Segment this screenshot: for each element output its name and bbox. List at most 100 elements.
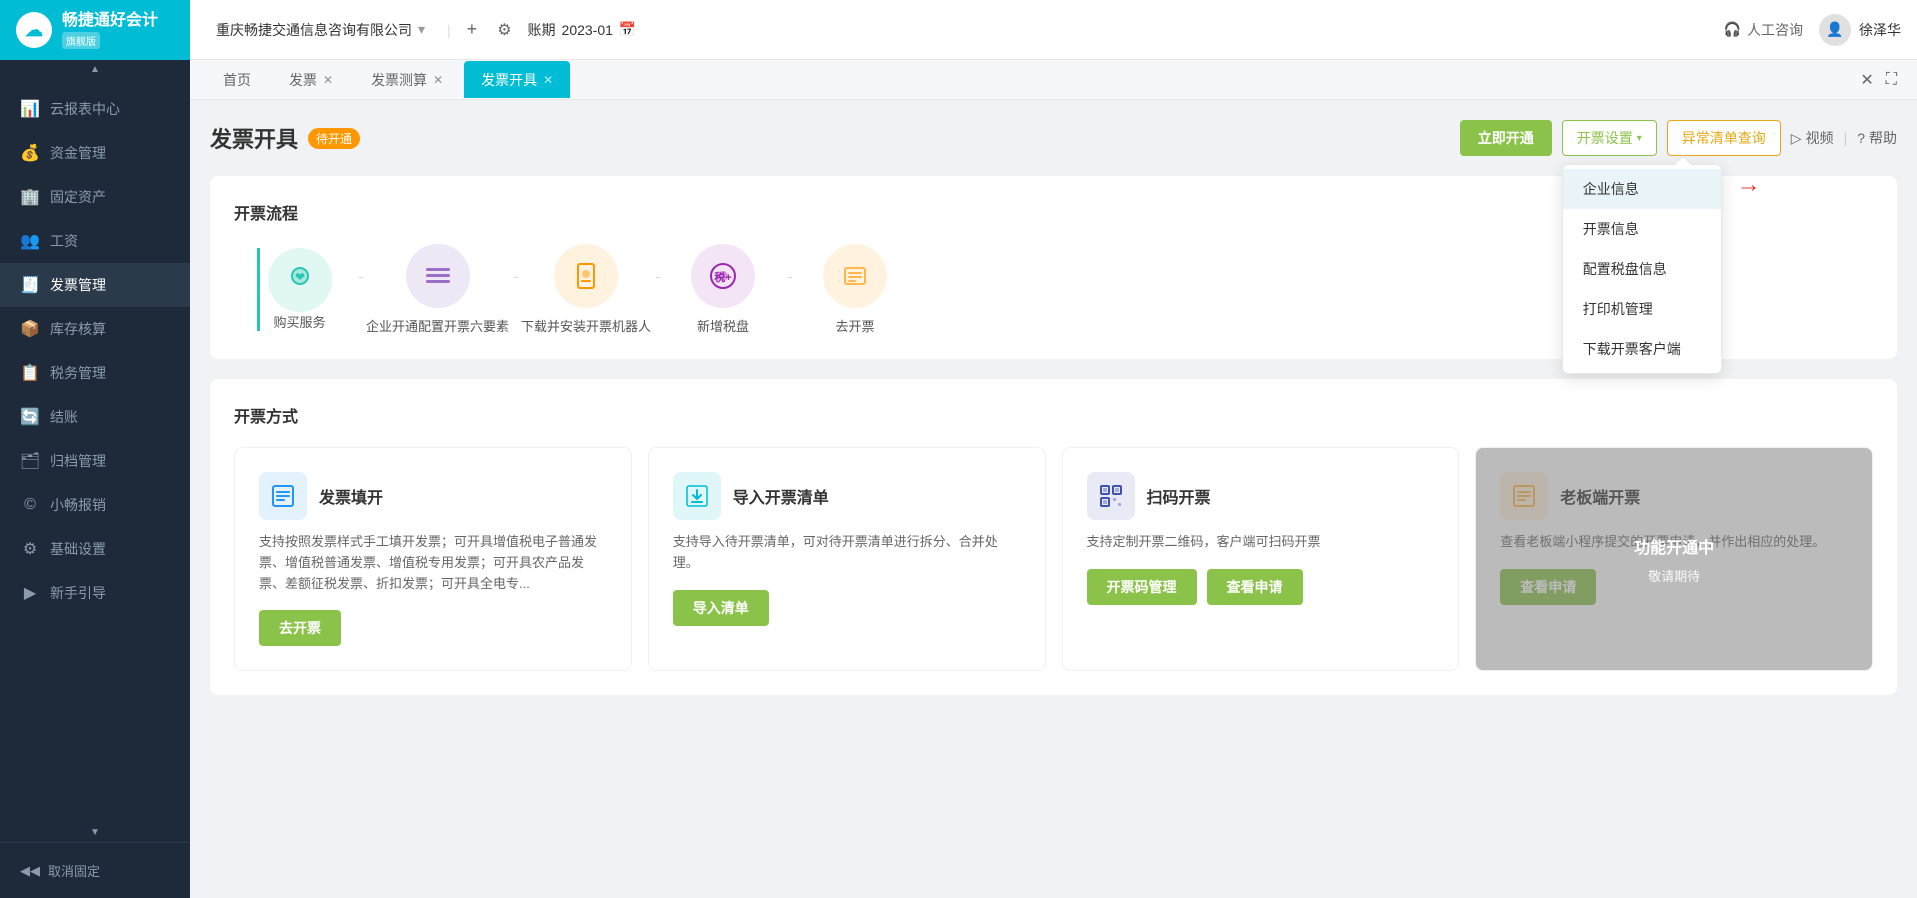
guide-icon: ▶ bbox=[20, 583, 40, 603]
settings-button[interactable]: ⚙ bbox=[493, 16, 515, 44]
fill-invoice-title: 发票填开 bbox=[319, 484, 383, 508]
config-icon bbox=[406, 244, 470, 308]
page-title-row: 发票开具 待开通 bbox=[210, 122, 360, 154]
connector-4: ··· bbox=[787, 272, 791, 307]
fund-mgmt-icon: 💰 bbox=[20, 143, 40, 163]
tab-invoice-issue[interactable]: 发票开具 ✕ bbox=[464, 61, 570, 98]
tax-disk-label: 新增税盘 bbox=[697, 316, 749, 335]
app-badge: 旗舰版 bbox=[62, 32, 100, 49]
buy-service-icon: ❤ bbox=[268, 248, 332, 312]
tab-invoice-calc-close[interactable]: ✕ bbox=[433, 73, 443, 87]
sidebar-label-payroll: 工资 bbox=[50, 231, 78, 251]
sidebar-item-archive[interactable]: 🗂 归档管理 bbox=[0, 439, 190, 483]
tab-invoice[interactable]: 发票 ✕ bbox=[272, 61, 350, 98]
topbar: 重庆畅捷交通信息咨询有限公司 ▾ | + ⚙ 账期 2023-01 📅 🎧 人工… bbox=[190, 0, 1917, 60]
close-window-button[interactable]: ✕ bbox=[1856, 66, 1877, 94]
help-button[interactable]: ? 帮助 bbox=[1857, 128, 1897, 148]
fixed-assets-icon: 🏢 bbox=[20, 187, 40, 207]
method-import-invoice: 导入开票清单 支持导入待开票清单，可对待开票清单进行拆分、合并处理。 导入清单 bbox=[648, 447, 1046, 671]
scan-view-apply-button[interactable]: 查看申请 bbox=[1207, 569, 1303, 605]
sidebar-label-cloud-report: 云报表中心 bbox=[50, 99, 120, 119]
archive-icon: 🗂 bbox=[20, 451, 40, 471]
user-info[interactable]: 👤 徐泽华 bbox=[1819, 14, 1901, 46]
dropdown-item-invoice-info[interactable]: 开票信息 bbox=[1563, 209, 1721, 249]
sidebar-item-invoice-mgmt[interactable]: 🧾 发票管理 bbox=[0, 263, 190, 307]
download-icon bbox=[554, 244, 618, 308]
invoice-mgmt-icon: 🧾 bbox=[20, 275, 40, 295]
video-button[interactable]: ▷ 视频 bbox=[1791, 128, 1834, 148]
user-avatar: 👤 bbox=[1819, 14, 1851, 46]
fill-invoice-desc: 支持按照发票样式手工填开发票；可开具增值税电子普通发票、增值税普通发票、增值税专… bbox=[259, 532, 607, 594]
go-invoice-icon bbox=[823, 244, 887, 308]
dropdown-item-tax-config[interactable]: 配置税盘信息 bbox=[1563, 249, 1721, 289]
fill-invoice-icon bbox=[259, 472, 307, 520]
cancel-pin-label: 取消固定 bbox=[48, 861, 100, 880]
add-company-button[interactable]: + bbox=[463, 15, 482, 44]
method-scan-invoice: 扫码开票 支持定制开票二维码，客户端可扫码开票 开票码管理 查看申请 bbox=[1062, 447, 1460, 671]
maximize-window-button[interactable]: ⛶ bbox=[1882, 67, 1901, 93]
report-sales-icon: © bbox=[20, 495, 40, 515]
abnormal-query-label: 异常清单查询 bbox=[1682, 128, 1766, 148]
divider-help: | bbox=[1844, 130, 1848, 146]
activate-button[interactable]: 立即开通 bbox=[1460, 120, 1552, 156]
basic-settings-icon: ⚙ bbox=[20, 539, 40, 559]
sidebar-item-report-sales[interactable]: © 小畅报销 bbox=[0, 483, 190, 527]
sidebar-item-cloud-report[interactable]: 📊 云报表中心 bbox=[0, 87, 190, 131]
period-value: 2023-01 bbox=[562, 22, 613, 38]
methods-section: 开票方式 发票填开 支持按照发票样式手工填开发票；可开具增值税电子普通发票、增值… bbox=[210, 379, 1897, 695]
scan-invoice-buttons: 开票码管理 查看申请 bbox=[1087, 569, 1435, 605]
download-client-label: 下载开票客户端 bbox=[1583, 341, 1681, 357]
process-step-go-invoice: 去开票 bbox=[795, 244, 915, 335]
dropdown-item-printer-mgmt[interactable]: 打印机管理 bbox=[1563, 289, 1721, 329]
settlement-icon: 🔄 bbox=[20, 407, 40, 427]
methods-grid: 发票填开 支持按照发票样式手工填开发票；可开具增值税电子普通发票、增值税普通发票… bbox=[234, 447, 1873, 671]
invoice-settings-button[interactable]: 开票设置 ▾ bbox=[1562, 120, 1657, 156]
headset-icon: 🎧 bbox=[1724, 21, 1741, 38]
sidebar-label-archive: 归档管理 bbox=[50, 451, 106, 471]
abnormal-query-button[interactable]: 异常清单查询 bbox=[1667, 120, 1781, 156]
method-fill-invoice: 发票填开 支持按照发票样式手工填开发票；可开具增值税电子普通发票、增值税普通发票… bbox=[234, 447, 632, 671]
scroll-up-arrow[interactable]: ▲ bbox=[0, 60, 190, 79]
import-invoice-title: 导入开票清单 bbox=[733, 484, 829, 508]
settings-chevron-icon: ▾ bbox=[1637, 133, 1642, 144]
process-step-buy-service: ❤ 购买服务 bbox=[234, 248, 354, 331]
tab-invoice-issue-close[interactable]: ✕ bbox=[543, 73, 553, 87]
scroll-down-arrow[interactable]: ▼ bbox=[0, 823, 190, 842]
sidebar-item-settlement[interactable]: 🔄 结账 bbox=[0, 395, 190, 439]
sidebar-label-fund-mgmt: 资金管理 bbox=[50, 143, 106, 163]
tab-invoice-label: 发票 bbox=[289, 70, 317, 90]
import-invoice-button[interactable]: 导入清单 bbox=[673, 590, 769, 626]
tab-invoice-calc[interactable]: 发票测算 ✕ bbox=[354, 61, 460, 98]
scan-invoice-icon bbox=[1087, 472, 1135, 520]
play-icon: ▷ bbox=[1791, 130, 1802, 147]
overlay-sub: 敬请期待 bbox=[1648, 566, 1700, 585]
tab-home[interactable]: 首页 bbox=[206, 61, 268, 98]
scan-invoice-desc: 支持定制开票二维码，客户端可扫码开票 bbox=[1087, 532, 1435, 553]
dropdown-item-download-client[interactable]: 下载开票客户端 bbox=[1563, 329, 1721, 369]
sidebar-label-fixed-assets: 固定资产 bbox=[50, 187, 106, 207]
fill-invoice-button[interactable]: 去开票 bbox=[259, 610, 341, 646]
dropdown-item-company-info[interactable]: 企业信息 bbox=[1563, 169, 1721, 209]
tab-invoice-close[interactable]: ✕ bbox=[323, 73, 333, 87]
logo-icon: ☁ bbox=[16, 12, 52, 48]
sidebar-item-payroll[interactable]: 👥 工资 bbox=[0, 219, 190, 263]
invoice-settings-label: 开票设置 bbox=[1577, 128, 1633, 148]
scan-qrcode-button[interactable]: 开票码管理 bbox=[1087, 569, 1197, 605]
red-arrow: → bbox=[1737, 171, 1761, 199]
invoice-info-label: 开票信息 bbox=[1583, 221, 1639, 237]
svg-text:❤: ❤ bbox=[294, 270, 304, 284]
sidebar-item-guide[interactable]: ▶ 新手引导 bbox=[0, 571, 190, 615]
sidebar-item-basic-settings[interactable]: ⚙ 基础设置 bbox=[0, 527, 190, 571]
sidebar-item-inventory[interactable]: 📦 库存核算 bbox=[0, 307, 190, 351]
sidebar-item-tax-mgmt[interactable]: 📋 税务管理 bbox=[0, 351, 190, 395]
dropdown-arrow bbox=[1675, 157, 1691, 165]
config-label: 企业开通配置开票六要素 bbox=[366, 316, 509, 335]
sidebar-item-fixed-assets[interactable]: 🏢 固定资产 bbox=[0, 175, 190, 219]
company-selector[interactable]: 重庆畅捷交通信息咨询有限公司 ▾ bbox=[206, 14, 435, 46]
status-badge: 待开通 bbox=[308, 128, 360, 149]
company-name: 重庆畅捷交通信息咨询有限公司 bbox=[216, 20, 412, 40]
calendar-icon[interactable]: 📅 bbox=[619, 21, 636, 38]
service-button[interactable]: 🎧 人工咨询 bbox=[1724, 20, 1803, 40]
cancel-pin-item[interactable]: ◀◀ 取消固定 bbox=[20, 853, 170, 888]
sidebar-item-fund-mgmt[interactable]: 💰 资金管理 bbox=[0, 131, 190, 175]
